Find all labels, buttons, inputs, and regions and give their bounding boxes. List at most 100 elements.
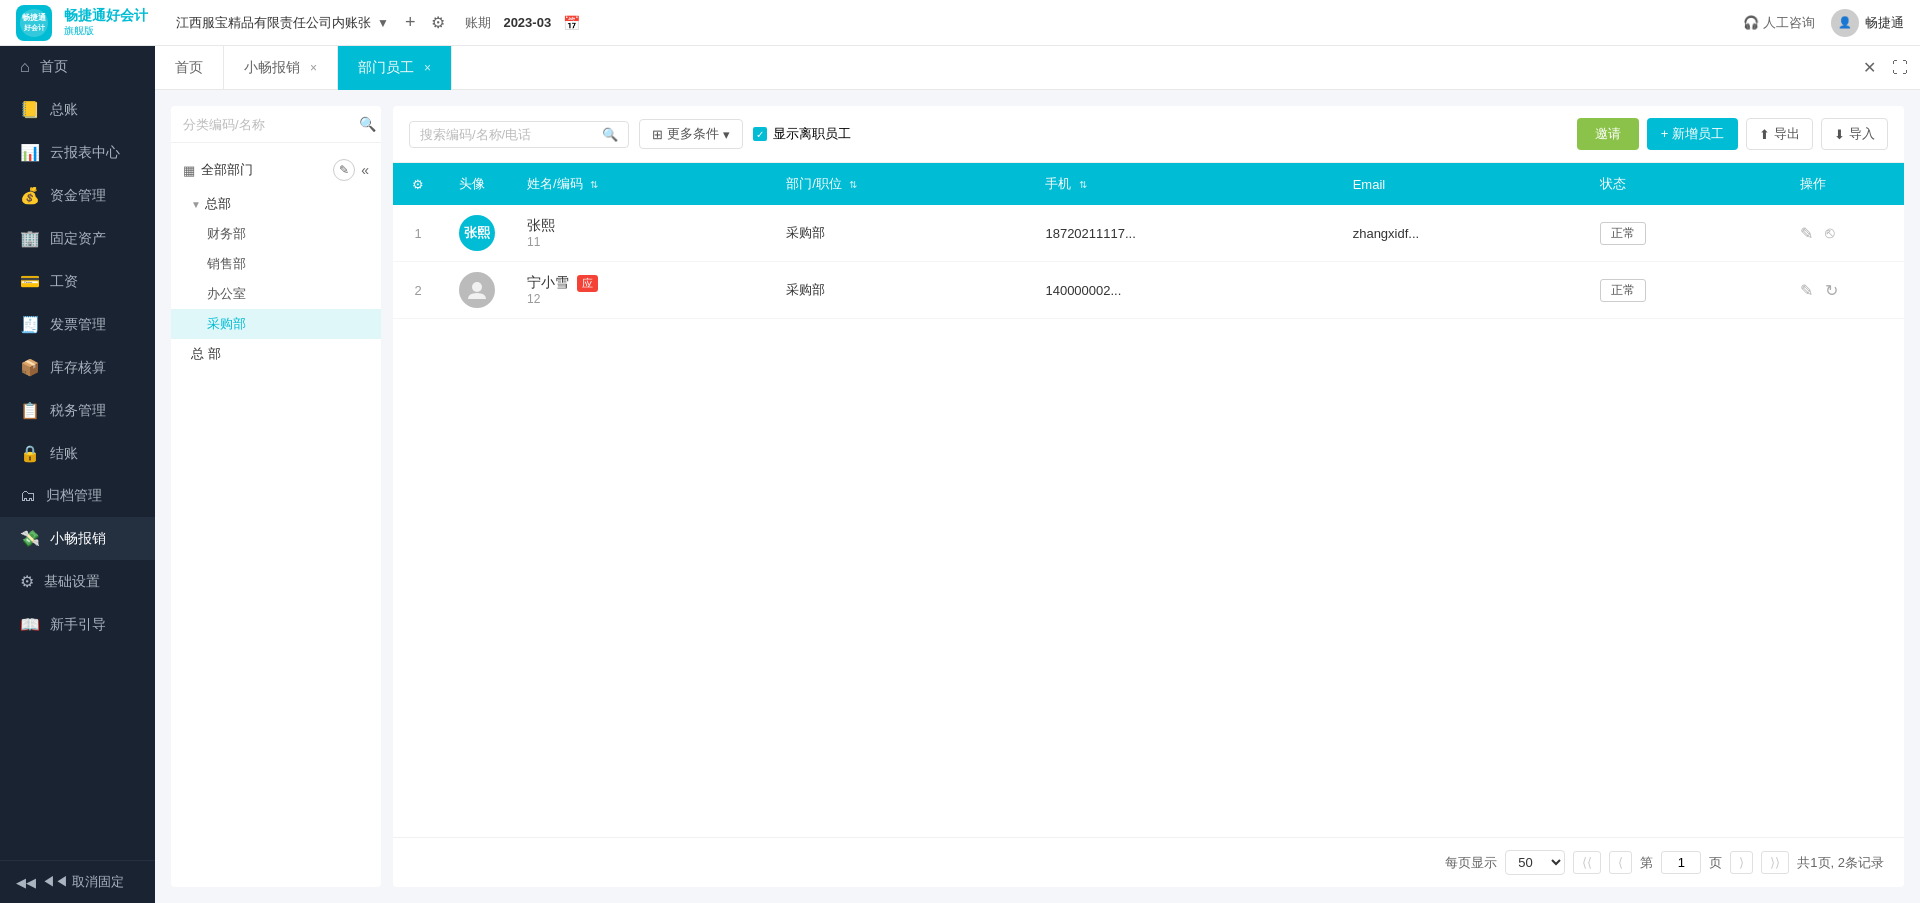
dept-collapse-button[interactable]: « [361, 162, 369, 178]
edit-icon[interactable]: ✎ [1800, 281, 1813, 300]
employee-search-input[interactable] [420, 127, 596, 142]
settings-top-button[interactable]: ⚙ [431, 13, 445, 32]
col-phone[interactable]: 手机 ⇅ [1029, 163, 1336, 205]
first-page-button[interactable]: ⟨⟨ [1573, 851, 1601, 874]
sidebar-item-ledger[interactable]: 📒 总账 [0, 88, 155, 131]
row2-actions: ✎ ↻ [1784, 262, 1904, 319]
sidebar-item-invoice[interactable]: 🧾 发票管理 [0, 303, 155, 346]
table-settings-icon[interactable]: ⚙ [412, 177, 424, 192]
show-resigned-checkbox[interactable]: ✓ [753, 127, 767, 141]
sidebar-item-guide[interactable]: 📖 新手引导 [0, 603, 155, 646]
headset-icon: 🎧 [1743, 15, 1759, 30]
tab-home[interactable]: 首页 [155, 46, 224, 90]
tab-close-button[interactable]: ✕ [1859, 54, 1880, 81]
sidebar-item-inventory[interactable]: 📦 库存核算 [0, 346, 155, 389]
collapse-triangle-icon: ▼ [191, 199, 201, 210]
payroll-icon: 💳 [20, 272, 40, 291]
row1-num: 1 [393, 205, 443, 262]
dept-purchase-label: 采购部 [207, 316, 246, 331]
sidebar-label-closing: 结账 [50, 445, 78, 463]
user-area[interactable]: 👤 畅捷通 [1831, 9, 1904, 37]
user-icon: 👤 [1838, 16, 1852, 29]
app-subtitle: 旗舰版 [64, 24, 148, 38]
last-page-button[interactable]: ⟩⟩ [1761, 851, 1789, 874]
edit-icon[interactable]: ✎ [1800, 224, 1813, 243]
page-content: 🔍 ▦ 全部部门 ✎ « ▼ 总部 财 [155, 90, 1920, 903]
invite-button[interactable]: 邀请 [1577, 118, 1639, 150]
dept-office[interactable]: 办公室 [171, 279, 381, 309]
sidebar-item-reports[interactable]: 📊 云报表中心 [0, 131, 155, 174]
tab-expense-close[interactable]: × [310, 61, 317, 75]
row1-name-code: 张熙 11 [511, 205, 770, 262]
row1-phone: 18720211117... [1029, 205, 1336, 262]
toolbar: 🔍 ⊞ 更多条件 ▾ ✓ 显示离职员工 邀请 [393, 106, 1904, 163]
sidebar-item-expense[interactable]: 💸 小畅报销 [0, 517, 155, 560]
dept-search-input[interactable] [183, 117, 351, 132]
app-title-area: 畅捷通好会计 旗舰版 [64, 7, 148, 38]
sidebar-item-fund[interactable]: 💰 资金管理 [0, 174, 155, 217]
employee-search-icon[interactable]: 🔍 [602, 127, 618, 142]
page-word: 第 [1640, 854, 1653, 872]
support-button[interactable]: 🎧 人工咨询 [1743, 14, 1815, 32]
sidebar-item-closing[interactable]: 🔒 结账 [0, 432, 155, 475]
prev-page-button[interactable]: ⟨ [1609, 851, 1632, 874]
dept-general[interactable]: 总 部 [171, 339, 381, 369]
add-employee-button[interactable]: + 新增员工 [1647, 118, 1738, 150]
tab-dept-employee[interactable]: 部门员工 × [338, 46, 452, 90]
refresh-icon[interactable]: ↻ [1825, 281, 1838, 300]
page-size-select[interactable]: 50 20 100 [1505, 850, 1565, 875]
row1-avatar: 张熙 [443, 205, 511, 262]
tab-expense[interactable]: 小畅报销 × [224, 46, 338, 90]
dept-sales[interactable]: 销售部 [171, 249, 381, 279]
tab-dept-close[interactable]: × [424, 61, 431, 75]
col-name-code[interactable]: 姓名/编码 ⇅ [511, 163, 770, 205]
sidebar-label-inventory: 库存核算 [50, 359, 106, 377]
page-total: 共1页, 2条记录 [1797, 854, 1884, 872]
export-button[interactable]: ⬆ 导出 [1746, 118, 1813, 150]
sidebar-item-assets[interactable]: 🏢 固定资产 [0, 217, 155, 260]
more-conditions-button[interactable]: ⊞ 更多条件 ▾ [639, 119, 743, 149]
email-value: zhangxidf... [1353, 226, 1420, 241]
invoice-icon: 🧾 [20, 315, 40, 334]
closing-icon: 🔒 [20, 444, 40, 463]
row2-avatar [443, 262, 511, 319]
sidebar-label-guide: 新手引导 [50, 616, 106, 634]
pin-icon: ◀◀ [16, 875, 36, 890]
next-page-button[interactable]: ⟩ [1730, 851, 1753, 874]
dept-edit-button[interactable]: ✎ [333, 159, 355, 181]
calendar-icon[interactable]: 📅 [563, 15, 580, 31]
logout-icon[interactable]: ⎋ [1825, 224, 1835, 242]
import-button[interactable]: ⬇ 导入 [1821, 118, 1888, 150]
employee-code: 11 [527, 235, 754, 249]
company-selector[interactable]: 江西服宝精品有限责任公司内账张 ▼ [176, 14, 389, 32]
sidebar-item-archive[interactable]: 🗂 归档管理 [0, 475, 155, 517]
sidebar-item-home[interactable]: ⌂ 首页 [0, 46, 155, 88]
sidebar-label-expense: 小畅报销 [50, 530, 106, 548]
dept-header-headquarters[interactable]: ▼ 总部 [171, 189, 381, 219]
dept-search-icon[interactable]: 🔍 [359, 116, 376, 132]
page-number-input[interactable] [1661, 851, 1701, 874]
sidebar-label-ledger: 总账 [50, 101, 78, 119]
dept-search-box: 🔍 [171, 106, 381, 143]
show-resigned-checkbox-area[interactable]: ✓ 显示离职员工 [753, 125, 851, 143]
col-email: Email [1337, 163, 1584, 205]
sidebar: ⌂ 首页 📒 总账 📊 云报表中心 💰 资金管理 🏢 固定资产 💳 工资 🧾 发… [0, 46, 155, 903]
col-status: 状态 [1584, 163, 1784, 205]
col-avatar: 头像 [443, 163, 511, 205]
sidebar-item-payroll[interactable]: 💳 工资 [0, 260, 155, 303]
sidebar-item-settings[interactable]: ⚙ 基础设置 [0, 560, 155, 603]
tab-maximize-button[interactable]: ⛶ [1888, 55, 1912, 81]
row2-num: 2 [393, 262, 443, 319]
add-employee-label: + 新增员工 [1661, 125, 1724, 143]
all-departments-row[interactable]: ▦ 全部部门 ✎ « [171, 151, 381, 189]
sort-phone-icon: ⇅ [1079, 179, 1087, 190]
phone-value: 18720211117... [1045, 226, 1135, 241]
sidebar-item-tax[interactable]: 📋 税务管理 [0, 389, 155, 432]
col-dept[interactable]: 部门/职位 ⇅ [770, 163, 1029, 205]
col-settings[interactable]: ⚙ [393, 163, 443, 205]
dept-purchase[interactable]: 采购部 [171, 309, 381, 339]
dept-finance[interactable]: 财务部 [171, 219, 381, 249]
pin-button[interactable]: ◀◀ ◀◀ 取消固定 [0, 860, 155, 903]
add-top-button[interactable]: + [401, 12, 420, 33]
row1-actions: ✎ ⎋ [1784, 205, 1904, 262]
